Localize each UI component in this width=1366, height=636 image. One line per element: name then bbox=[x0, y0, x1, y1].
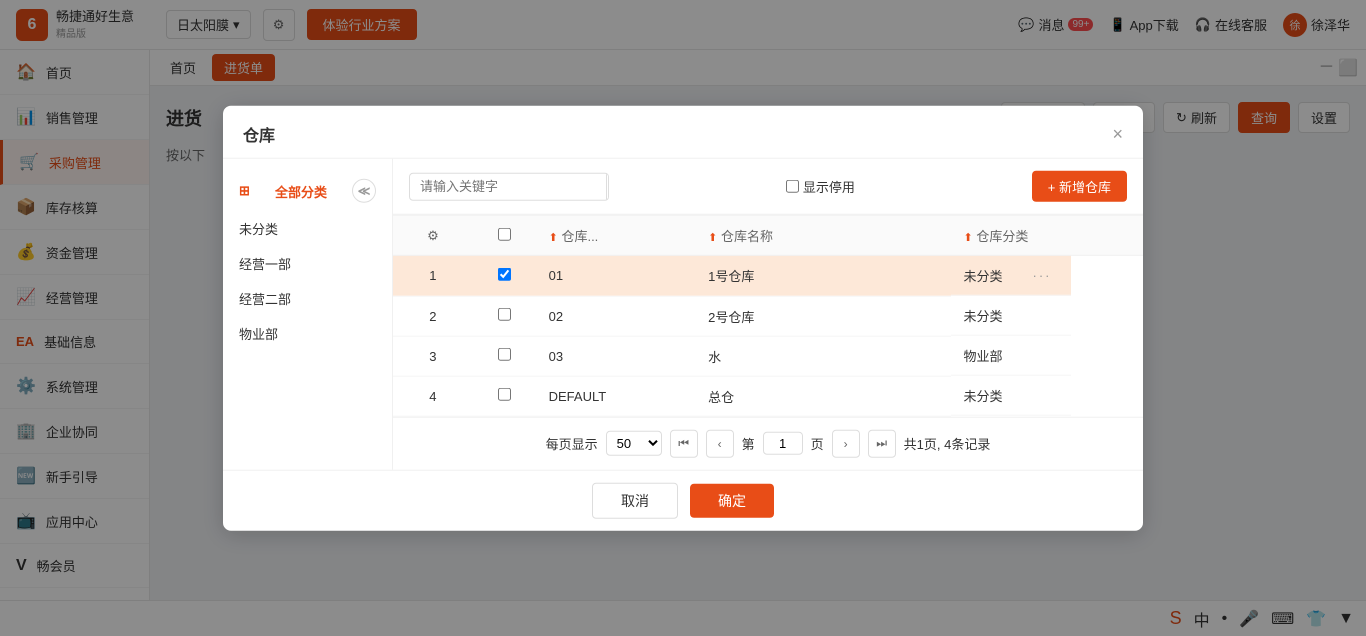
next-page-button[interactable]: › bbox=[832, 429, 860, 457]
row-code: DEFAULT bbox=[537, 376, 697, 416]
row-checkbox[interactable] bbox=[498, 308, 511, 321]
row-name: 2号仓库 bbox=[696, 296, 951, 336]
col-settings: ⚙ bbox=[393, 215, 473, 255]
category-property[interactable]: 物业部 bbox=[223, 316, 392, 351]
row-num: 2 bbox=[393, 296, 473, 336]
prev-page-button[interactable]: ‹ bbox=[706, 429, 734, 457]
cancel-button[interactable]: 取消 bbox=[592, 482, 678, 518]
last-page-button[interactable]: ⏭ bbox=[868, 429, 896, 457]
warehouse-table: ⚙ ⬆ 仓库... ⬆ 仓库名称 bbox=[393, 215, 1143, 417]
row-num: 3 bbox=[393, 336, 473, 376]
sort-icon: ⬆ bbox=[549, 232, 558, 244]
category-ops1[interactable]: 经营一部 bbox=[223, 246, 392, 281]
col-name-header: ⬆ 仓库名称 bbox=[696, 215, 951, 255]
row-checkbox-cell bbox=[473, 336, 537, 376]
modal-toolbar: 🔍 显示停用 + 新增仓库 bbox=[393, 159, 1143, 215]
grid-icon: ⊞ bbox=[239, 183, 250, 199]
table-row[interactable]: 1 01 1号仓库 未分类 ··· bbox=[393, 255, 1143, 296]
page-label2: 页 bbox=[811, 434, 824, 453]
page-input[interactable] bbox=[763, 432, 803, 455]
row-checkbox[interactable] bbox=[498, 268, 511, 281]
row-num: 1 bbox=[393, 255, 473, 296]
col-category-header: ⬆ 仓库分类 bbox=[951, 215, 1143, 255]
table-row[interactable]: 3 03 水 物业部 bbox=[393, 336, 1143, 376]
row-category: 物业部 bbox=[951, 336, 1071, 376]
pagination: 每页显示 50 10 20 100 ⏮ ‹ 第 页 › ⏭ 共1页, 4条记录 bbox=[393, 416, 1143, 469]
first-page-button[interactable]: ⏮ bbox=[670, 429, 698, 457]
row-code: 01 bbox=[537, 255, 697, 296]
per-page-select[interactable]: 50 10 20 100 bbox=[606, 431, 662, 456]
page-label: 第 bbox=[742, 434, 755, 453]
modal-main: 🔍 显示停用 + 新增仓库 ⚙ bbox=[393, 159, 1143, 470]
category-ops2[interactable]: 经营二部 bbox=[223, 281, 392, 316]
row-num: 4 bbox=[393, 376, 473, 416]
row-category: 未分类 bbox=[951, 296, 1071, 336]
search-input[interactable] bbox=[410, 174, 606, 199]
col-checkbox bbox=[473, 215, 537, 255]
modal-title: 仓库 bbox=[243, 122, 275, 146]
all-category-label: 全部分类 bbox=[275, 181, 327, 200]
modal-sidebar: ⊞ 全部分类 ≪ 未分类 经营一部 经营二部 物业部 bbox=[223, 159, 393, 470]
table-header-row: ⚙ ⬆ 仓库... ⬆ 仓库名称 bbox=[393, 215, 1143, 255]
collapse-button[interactable]: ≪ bbox=[352, 179, 376, 203]
all-category-header[interactable]: ⊞ 全部分类 ≪ bbox=[223, 171, 392, 211]
row-code: 03 bbox=[537, 336, 697, 376]
row-checkbox-cell bbox=[473, 376, 537, 416]
row-name: 1号仓库 bbox=[696, 255, 951, 296]
sort-icon-cat: ⬆ bbox=[963, 232, 972, 244]
row-checkbox-cell bbox=[473, 255, 537, 296]
search-button[interactable]: 🔍 bbox=[606, 173, 609, 199]
search-box: 🔍 bbox=[409, 172, 609, 200]
category-unclassified[interactable]: 未分类 bbox=[223, 211, 392, 246]
modal-footer: 取消 确定 bbox=[223, 469, 1143, 530]
table-row[interactable]: 2 02 2号仓库 未分类 bbox=[393, 296, 1143, 336]
row-actions[interactable]: ··· bbox=[1024, 268, 1059, 283]
modal-close-button[interactable]: × bbox=[1112, 125, 1123, 143]
sort-icon-name: ⬆ bbox=[708, 232, 717, 244]
table-row[interactable]: 4 DEFAULT 总仓 未分类 bbox=[393, 376, 1143, 416]
row-checkbox[interactable] bbox=[498, 348, 511, 361]
show-disabled-checkbox[interactable]: 显示停用 bbox=[786, 177, 855, 196]
col-code-header: ⬆ 仓库... bbox=[537, 215, 697, 255]
total-info: 共1页, 4条记录 bbox=[904, 434, 991, 453]
row-category: 未分类 ··· bbox=[951, 256, 1071, 296]
row-name: 水 bbox=[696, 336, 951, 376]
row-code: 02 bbox=[537, 296, 697, 336]
per-page-label: 每页显示 bbox=[546, 434, 598, 453]
row-checkbox[interactable] bbox=[498, 388, 511, 401]
modal-body: ⊞ 全部分类 ≪ 未分类 经营一部 经营二部 物业部 🔍 显示停用 + 新增仓库 bbox=[223, 159, 1143, 470]
confirm-button[interactable]: 确定 bbox=[690, 483, 774, 517]
row-name: 总仓 bbox=[696, 376, 951, 416]
modal-header: 仓库 × bbox=[223, 106, 1143, 159]
settings-icon: ⚙ bbox=[427, 227, 439, 242]
disabled-checkbox[interactable] bbox=[786, 180, 799, 193]
warehouse-modal: 仓库 × ⊞ 全部分类 ≪ 未分类 经营一部 经营二部 物业部 🔍 bbox=[223, 106, 1143, 531]
row-checkbox-cell bbox=[473, 296, 537, 336]
row-category: 未分类 bbox=[951, 376, 1071, 416]
add-warehouse-button[interactable]: + 新增仓库 bbox=[1032, 171, 1127, 202]
select-all-checkbox[interactable] bbox=[498, 227, 511, 240]
